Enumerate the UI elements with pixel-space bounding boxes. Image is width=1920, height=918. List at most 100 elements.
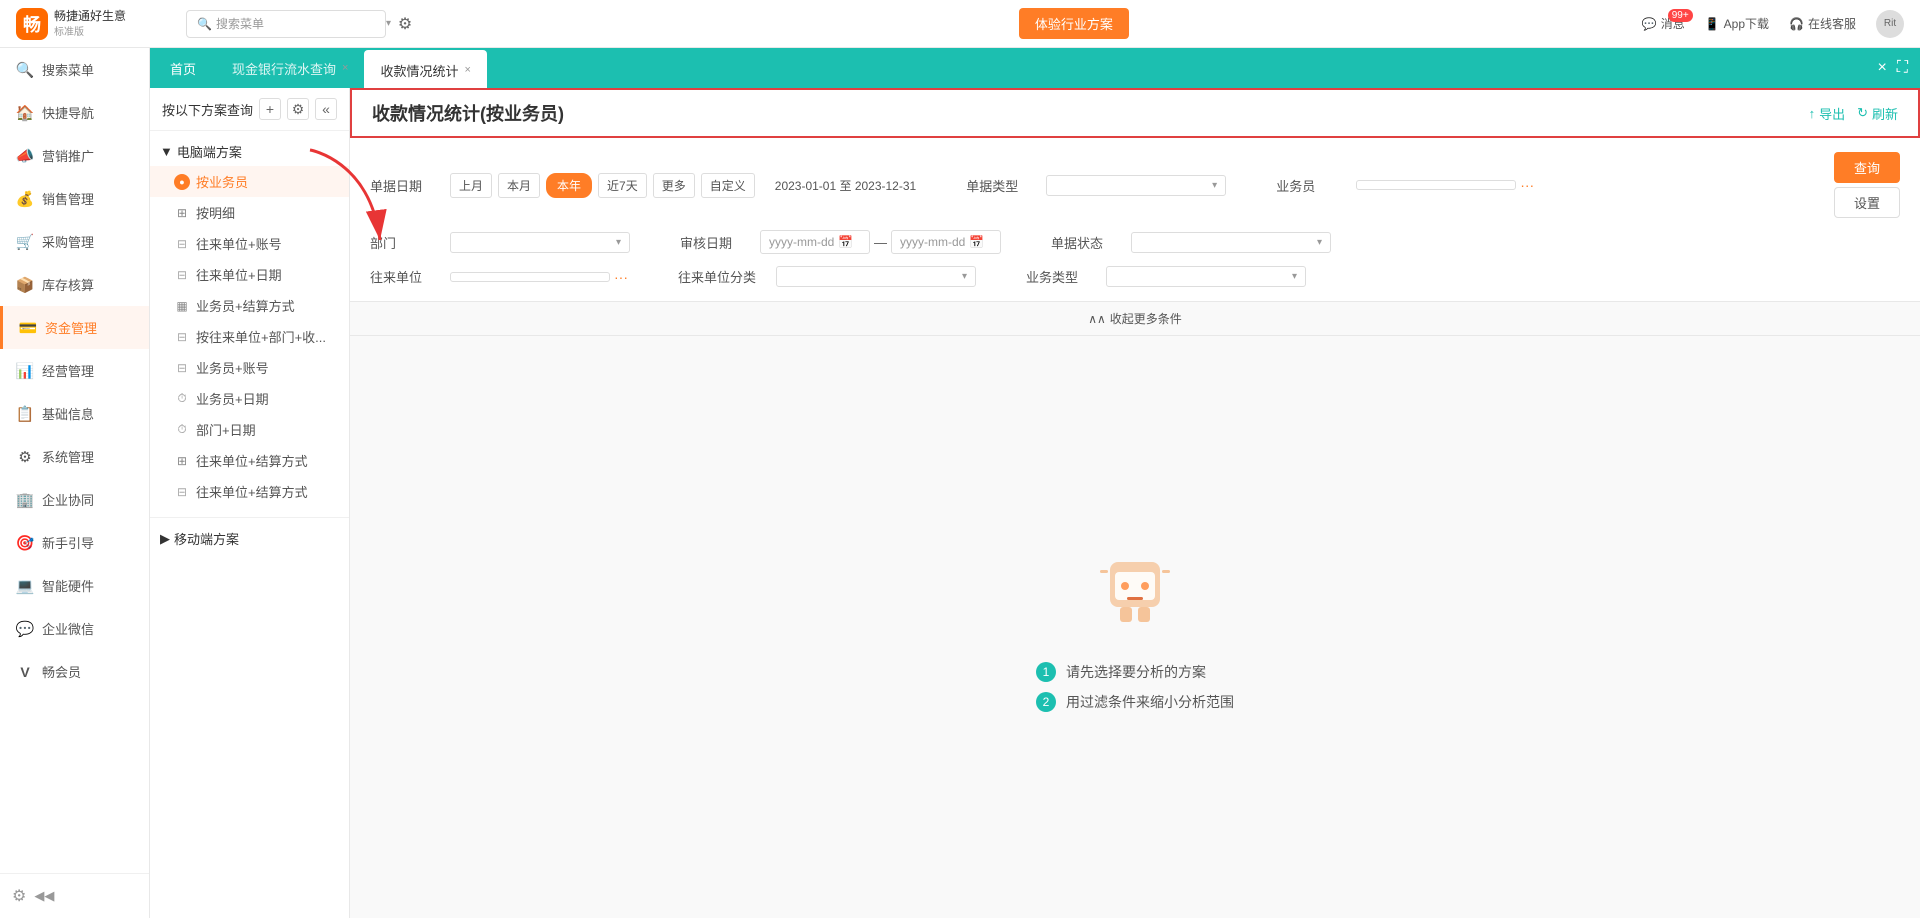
settings-button[interactable]: 设置 xyxy=(1834,187,1900,218)
empty-step-1: 1 请先选择要分析的方案 xyxy=(1036,662,1234,682)
sidebar-item-wechat[interactable]: 💬 企业微信 xyxy=(0,607,149,650)
date-btn-more[interactable]: 更多 xyxy=(653,173,695,198)
scheme-mobile-title[interactable]: ▶ 移动端方案 xyxy=(150,524,349,553)
export-icon: ↑ xyxy=(1809,106,1816,121)
business-type-arrow: ▾ xyxy=(1292,271,1297,282)
finance-icon: 💳 xyxy=(19,319,37,337)
date-btn-custom[interactable]: 自定义 xyxy=(701,173,755,198)
search-menu-icon: 🔍 xyxy=(16,61,34,79)
date-options-group: 上月 本月 本年 近7天 更多 自定义 xyxy=(450,173,755,198)
date-btn-this-year[interactable]: 本年 xyxy=(546,173,592,198)
doc-type-select[interactable]: ▾ xyxy=(1046,175,1226,196)
sidebar-item-hardware[interactable]: 💻 智能硬件 xyxy=(0,564,149,607)
scheme-expand-icon: ▼ xyxy=(160,144,173,159)
sidebar-item-sales[interactable]: 💰 销售管理 xyxy=(0,177,149,220)
sidebar-item-enterprise[interactable]: 🏢 企业协同 xyxy=(0,478,149,521)
app-download-label: App下载 xyxy=(1724,15,1769,32)
counterpart-category-select[interactable]: ▾ xyxy=(776,266,976,287)
page-title: 收款情况统计(按业务员) xyxy=(372,100,564,126)
message-button[interactable]: 💬 消息 99+ xyxy=(1642,15,1685,32)
scheme-add-button[interactable]: + xyxy=(259,98,281,120)
refresh-button[interactable]: ↻ 刷新 xyxy=(1857,104,1898,123)
sidebar-item-operations[interactable]: 📊 经营管理 xyxy=(0,349,149,392)
scheme-panel: 按以下方案查询 + ⚙ « ▼ xyxy=(150,88,350,918)
scheme-item-unit-settlement2[interactable]: ⊞ 往来单位+结算方式 xyxy=(150,445,349,476)
header-settings-icon[interactable]: ⚙ xyxy=(391,10,419,38)
scheme-item-dept-date[interactable]: ⏱ 部门+日期 xyxy=(150,414,349,445)
export-button[interactable]: ↑ 导出 xyxy=(1809,104,1846,123)
scheme-item-by-detail[interactable]: ⊞ 按明细 xyxy=(150,197,349,228)
sidebar-settings-icon[interactable]: ⚙ xyxy=(12,886,26,906)
collapse-button[interactable]: ∧∧ 收起更多条件 xyxy=(1088,310,1182,327)
scheme-item-unit-account[interactable]: ⊟ 往来单位+账号 xyxy=(150,228,349,259)
sidebar-collapse-icon[interactable]: ◀◀ xyxy=(34,888,54,904)
scheme-desktop-title[interactable]: ▼ 电脑端方案 xyxy=(150,137,349,166)
scheme-item-unit-dept[interactable]: ⊟ 按往来单位+部门+收... xyxy=(150,321,349,352)
sidebar-item-marketing[interactable]: 📣 营销推广 xyxy=(0,134,149,177)
scheme-settings-button[interactable]: ⚙ xyxy=(287,98,309,120)
scheme-item-icon: ⊟ xyxy=(174,484,190,500)
main-layout: 🔍 搜索菜单 🏠 快捷导航 📣 营销推广 💰 销售管理 🛒 采购管理 📦 库存核… xyxy=(0,48,1920,918)
enterprise-icon: 🏢 xyxy=(16,491,34,509)
counterpart-input[interactable] xyxy=(450,272,610,282)
audit-date-from[interactable]: yyyy-mm-dd 📅 xyxy=(760,230,870,254)
doc-status-select[interactable]: ▾ xyxy=(1131,232,1331,253)
date-btn-last-7-days[interactable]: 近7天 xyxy=(598,173,647,198)
scheme-item-by-staff[interactable]: ● 按业务员 xyxy=(150,166,349,197)
refresh-icon: ↻ xyxy=(1857,105,1868,121)
sidebar-item-search-menu[interactable]: 🔍 搜索菜单 xyxy=(0,48,149,91)
header-center: 体验行业方案 xyxy=(506,8,1642,39)
online-service-button[interactable]: 🎧 在线客服 xyxy=(1789,15,1856,32)
sidebar-item-label: 企业协同 xyxy=(42,490,94,509)
scheme-item-staff-account[interactable]: ⊟ 业务员+账号 xyxy=(150,352,349,383)
date-filter-label: 单据日期 xyxy=(370,176,430,195)
sidebar-item-guide[interactable]: 🎯 新手引导 xyxy=(0,521,149,564)
scheme-item-icon: ⊞ xyxy=(174,205,190,221)
sidebar-item-finance[interactable]: 💳 资金管理 xyxy=(0,306,149,349)
query-button[interactable]: 查询 xyxy=(1834,152,1900,183)
app-name: 畅捷通好生意 xyxy=(54,9,126,23)
scheme-item-unit-settlement3[interactable]: ⊟ 往来单位+结算方式 xyxy=(150,476,349,507)
sidebar-item-inventory[interactable]: 📦 库存核算 xyxy=(0,263,149,306)
tab-bank-flow[interactable]: 现金银行流水查询 × xyxy=(216,48,364,88)
message-badge: 99+ xyxy=(1668,9,1693,22)
tab-receipts-stats-close[interactable]: × xyxy=(464,64,470,76)
audit-date-to[interactable]: yyyy-mm-dd 📅 xyxy=(891,230,1001,254)
scheme-item-icon: ⊟ xyxy=(174,267,190,283)
online-service-label: 在线客服 xyxy=(1808,15,1856,32)
sidebar-item-basic-info[interactable]: 📋 基础信息 xyxy=(0,392,149,435)
scheme-item-staff-date[interactable]: ⏱ 业务员+日期 xyxy=(150,383,349,414)
vip-icon: V xyxy=(16,663,34,681)
app-download-button[interactable]: 📱 App下载 xyxy=(1705,15,1769,32)
date-dash: — xyxy=(874,235,887,250)
business-type-select[interactable]: ▾ xyxy=(1106,266,1306,287)
search-icon: 🔍 xyxy=(197,17,212,31)
dept-label: 部门 xyxy=(370,233,430,252)
tab-receipts-stats[interactable]: 收款情况统计 × xyxy=(364,50,486,90)
tab-fullscreen-icon[interactable]: ⛶ xyxy=(1897,59,1908,77)
scheme-item-staff-settlement[interactable]: ▦ 业务员+结算方式 xyxy=(150,290,349,321)
date-btn-this-month[interactable]: 本月 xyxy=(498,173,540,198)
marketing-icon: 📣 xyxy=(16,147,34,165)
sidebar-item-system[interactable]: ⚙ 系统管理 xyxy=(0,435,149,478)
tab-bank-flow-close[interactable]: × xyxy=(342,62,348,74)
sidebar-item-label: 经营管理 xyxy=(42,361,94,380)
scheme-collapse-button[interactable]: « xyxy=(315,98,337,120)
sidebar-item-label: 资金管理 xyxy=(45,318,97,337)
tab-close-all-icon[interactable]: × xyxy=(1877,59,1886,77)
staff-dots-button[interactable]: ··· xyxy=(1520,177,1534,193)
trial-button[interactable]: 体验行业方案 xyxy=(1019,8,1129,39)
sidebar-item-quick-nav[interactable]: 🏠 快捷导航 xyxy=(0,91,149,134)
date-btn-last-month[interactable]: 上月 xyxy=(450,173,492,198)
staff-input[interactable] xyxy=(1356,180,1516,190)
sidebar-item-vip[interactable]: V 畅会员 xyxy=(0,650,149,693)
menu-search-box[interactable]: 🔍 搜索菜单 xyxy=(186,10,386,38)
user-avatar-area[interactable]: Rit xyxy=(1876,10,1904,38)
counterpart-dots-button[interactable]: ··· xyxy=(614,269,628,285)
dept-select[interactable]: ▾ xyxy=(450,232,630,253)
sidebar-item-purchase[interactable]: 🛒 采购管理 xyxy=(0,220,149,263)
sidebar-item-label: 库存核算 xyxy=(42,275,94,294)
scheme-item-unit-date[interactable]: ⊟ 往来单位+日期 xyxy=(150,259,349,290)
filter-area: 单据日期 上月 本月 本年 近7天 更多 自定义 2023-01-01 至 20… xyxy=(350,138,1920,302)
tab-home[interactable]: 首页 xyxy=(150,48,216,88)
